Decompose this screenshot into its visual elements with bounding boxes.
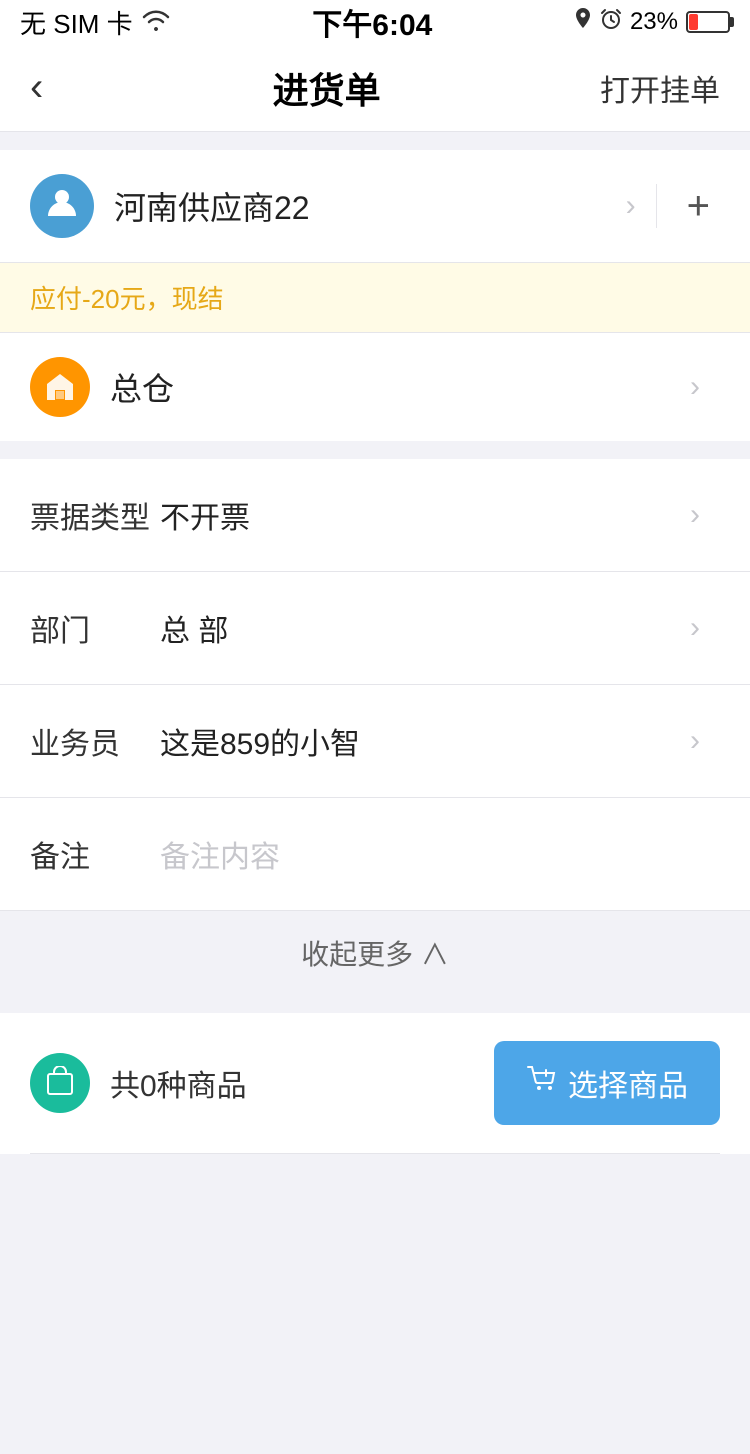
warehouse-chevron-icon: › (690, 370, 700, 404)
carrier-label: 无 SIM 卡 (20, 4, 133, 41)
status-right: 23% (574, 8, 730, 37)
divider-top (0, 132, 750, 150)
page-title: 进货单 (273, 62, 381, 114)
product-count-label: 共0种商品 (110, 1061, 494, 1105)
salesperson-value: 这是859的小智 (160, 719, 690, 763)
add-supplier-button[interactable]: + (677, 179, 720, 234)
location-icon (574, 8, 592, 37)
status-left: 无 SIM 卡 (20, 4, 171, 41)
notice-bar: 应付-20元，现结 (0, 263, 750, 332)
warehouse-name: 总仓 (110, 364, 690, 410)
remark-row[interactable]: 备注 备注内容 (0, 798, 750, 910)
person-icon (44, 184, 80, 229)
product-section: 共0种商品 选择商品 (0, 1013, 750, 1154)
cart-icon (526, 1065, 558, 1101)
battery-icon (686, 11, 730, 33)
department-chevron-icon: › (690, 611, 700, 645)
department-value: 总 部 (160, 606, 690, 650)
status-bar: 无 SIM 卡 下午6:04 23% (0, 0, 750, 44)
supplier-row[interactable]: 河南供应商22 › + (0, 150, 750, 263)
invoice-type-label: 票据类型 (30, 493, 160, 537)
open-pending-button[interactable]: 打开挂单 (600, 66, 720, 110)
background-filler (0, 1154, 750, 1454)
salesperson-chevron-icon: › (690, 724, 700, 758)
supplier-name: 河南供应商22 (114, 183, 626, 229)
nav-bar: ‹ 进货单 打开挂单 (0, 44, 750, 132)
collapse-row[interactable]: 收起更多 ∧ (0, 910, 750, 995)
alarm-icon (600, 8, 622, 37)
select-product-label: 选择商品 (568, 1061, 688, 1105)
select-product-button[interactable]: 选择商品 (494, 1041, 720, 1125)
supplier-chevron-icon: › (626, 189, 636, 223)
wifi-icon (141, 7, 171, 38)
salesperson-label: 业务员 (30, 719, 160, 763)
warehouse-row[interactable]: 总仓 › (0, 332, 750, 441)
invoice-type-row[interactable]: 票据类型 不开票 › (0, 459, 750, 572)
remark-value[interactable]: 备注内容 (160, 832, 720, 876)
warehouse-icon (30, 357, 90, 417)
supplier-divider (656, 184, 657, 228)
department-label: 部门 (30, 606, 160, 650)
salesperson-row[interactable]: 业务员 这是859的小智 › (0, 685, 750, 798)
product-row: 共0种商品 选择商品 (30, 1013, 720, 1154)
department-row[interactable]: 部门 总 部 › (0, 572, 750, 685)
form-section: 票据类型 不开票 › 部门 总 部 › 业务员 这是859的小智 › 备注 备注… (0, 459, 750, 910)
invoice-type-value: 不开票 (160, 493, 690, 537)
product-icon (30, 1053, 90, 1113)
supplier-avatar (30, 174, 94, 238)
battery-percent: 23% (630, 8, 678, 36)
remark-label: 备注 (30, 832, 160, 876)
notice-text: 应付-20元，现结 (30, 284, 224, 314)
status-time: 下午6:04 (312, 0, 432, 44)
supplier-section: 河南供应商22 › + 应付-20元，现结 总仓 › (0, 150, 750, 441)
back-button[interactable]: ‹ (20, 55, 53, 120)
collapse-label: 收起更多 ∧ (301, 933, 449, 973)
invoice-chevron-icon: › (690, 498, 700, 532)
